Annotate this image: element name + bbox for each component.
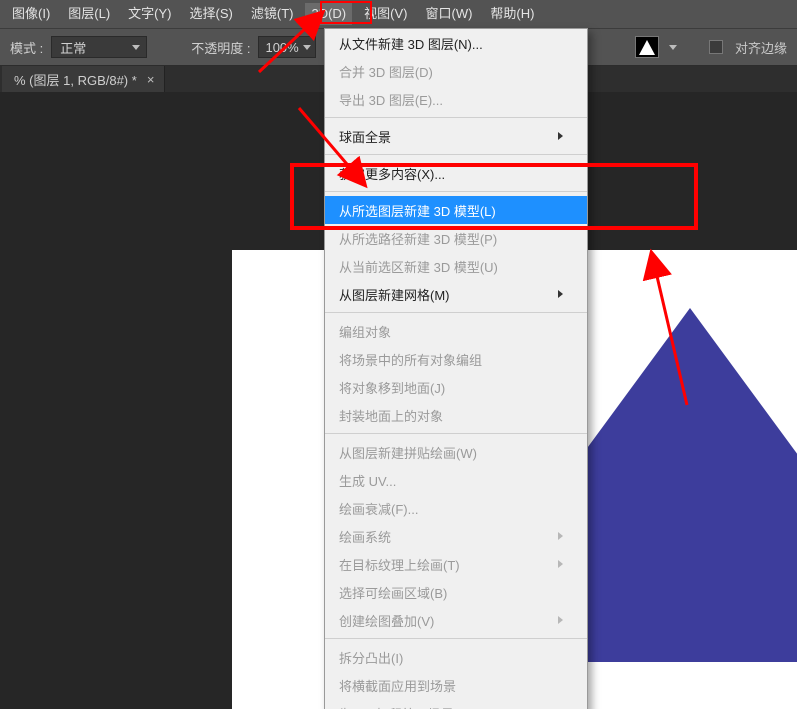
menu-item-apply-cross-section[interactable]: 将横截面应用到场景	[325, 671, 587, 699]
menu-item-group-objects[interactable]: 编组对象	[325, 317, 587, 345]
menu-3d-dropdown: 从文件新建 3D 图层(N)... 合并 3D 图层(D) 导出 3D 图层(E…	[324, 28, 588, 709]
menu-item-new-3d-from-selection[interactable]: 从当前选区新建 3D 模型(U)	[325, 252, 587, 280]
menu-item-new-3d-from-path[interactable]: 从所选路径新建 3D 模型(P)	[325, 224, 587, 252]
menu-item-paint-system[interactable]: 绘画系统	[325, 522, 587, 550]
menu-item-spherical-panorama[interactable]: 球面全景	[325, 122, 587, 150]
align-edges-checkbox[interactable]	[709, 40, 723, 54]
menu-item-merge-3d-layers[interactable]: 合并 3D 图层(D)	[325, 57, 587, 85]
menu-item-paint-on-target-texture[interactable]: 在目标纹理上绘画(T)	[325, 550, 587, 578]
menu-view[interactable]: 视图(V)	[358, 3, 413, 25]
menu-select[interactable]: 选择(S)	[184, 3, 239, 25]
triangle-icon	[639, 40, 655, 55]
opacity-value: 100%	[265, 40, 298, 55]
menu-separator	[325, 154, 587, 155]
menu-type[interactable]: 文字(Y)	[122, 3, 177, 25]
menu-separator	[325, 312, 587, 313]
menu-item-pack-on-ground[interactable]: 封装地面上的对象	[325, 401, 587, 429]
chevron-right-icon	[558, 616, 563, 624]
document-title: % (图层 1, RGB/8#) *	[14, 70, 137, 89]
chevron-right-icon	[558, 532, 563, 540]
menu-separator	[325, 433, 587, 434]
menu-separator	[325, 638, 587, 639]
menubar: 图像(I) 图层(L) 文字(Y) 选择(S) 滤镜(T) 3D(D) 视图(V…	[0, 0, 797, 28]
menu-item-split-extrusion[interactable]: 拆分凸出(I)	[325, 643, 587, 671]
menu-item-generate-uv[interactable]: 生成 UV...	[325, 466, 587, 494]
chevron-down-icon	[132, 45, 140, 50]
menu-help[interactable]: 帮助(H)	[484, 3, 540, 25]
document-tab[interactable]: % (图层 1, RGB/8#) * ×	[2, 66, 165, 92]
menu-item-new-mesh-from-layer[interactable]: 从图层新建网格(M)	[325, 280, 587, 308]
menu-3d[interactable]: 3D(D)	[305, 3, 352, 25]
opacity-label: 不透明度 :	[191, 38, 250, 57]
mode-label: 模式 :	[10, 38, 43, 57]
mode-select[interactable]: 正常	[51, 36, 147, 58]
align-edges-label: 对齐边缘	[735, 38, 787, 57]
menu-item-new-3d-from-layer[interactable]: 从所选图层新建 3D 模型(L)	[325, 196, 587, 224]
menu-image[interactable]: 图像(I)	[6, 3, 56, 25]
menu-item-new-tiled-painting[interactable]: 从图层新建拼贴绘画(W)	[325, 438, 587, 466]
shape-swatch[interactable]	[635, 36, 659, 58]
menu-item-select-paintable-area[interactable]: 选择可绘画区域(B)	[325, 578, 587, 606]
opacity-field[interactable]: 100%	[258, 36, 315, 58]
menu-item-move-to-ground[interactable]: 将对象移到地面(J)	[325, 373, 587, 401]
menu-window[interactable]: 窗口(W)	[419, 3, 478, 25]
menu-item-unify-scene-for-3d-print[interactable]: 为 3D 打印统一场景	[325, 699, 587, 709]
close-icon[interactable]: ×	[147, 72, 155, 87]
chevron-down-icon	[303, 45, 311, 50]
menu-item-create-paint-overlay[interactable]: 创建绘图叠加(V)	[325, 606, 587, 634]
menu-item-new-3d-from-file[interactable]: 从文件新建 3D 图层(N)...	[325, 29, 587, 57]
chevron-right-icon	[558, 290, 563, 298]
menu-item-paint-falloff[interactable]: 绘画衰减(F)...	[325, 494, 587, 522]
menu-separator	[325, 191, 587, 192]
menu-separator	[325, 117, 587, 118]
menu-item-get-more-content[interactable]: 获取更多内容(X)...	[325, 159, 587, 187]
mode-value: 正常	[60, 38, 86, 57]
menu-filter[interactable]: 滤镜(T)	[245, 3, 300, 25]
menu-item-group-all-in-scene[interactable]: 将场景中的所有对象编组	[325, 345, 587, 373]
chevron-down-icon[interactable]	[669, 45, 677, 50]
chevron-right-icon	[558, 132, 563, 140]
menu-layer[interactable]: 图层(L)	[62, 3, 116, 25]
menu-item-export-3d-layer[interactable]: 导出 3D 图层(E)...	[325, 85, 587, 113]
chevron-right-icon	[558, 560, 563, 568]
